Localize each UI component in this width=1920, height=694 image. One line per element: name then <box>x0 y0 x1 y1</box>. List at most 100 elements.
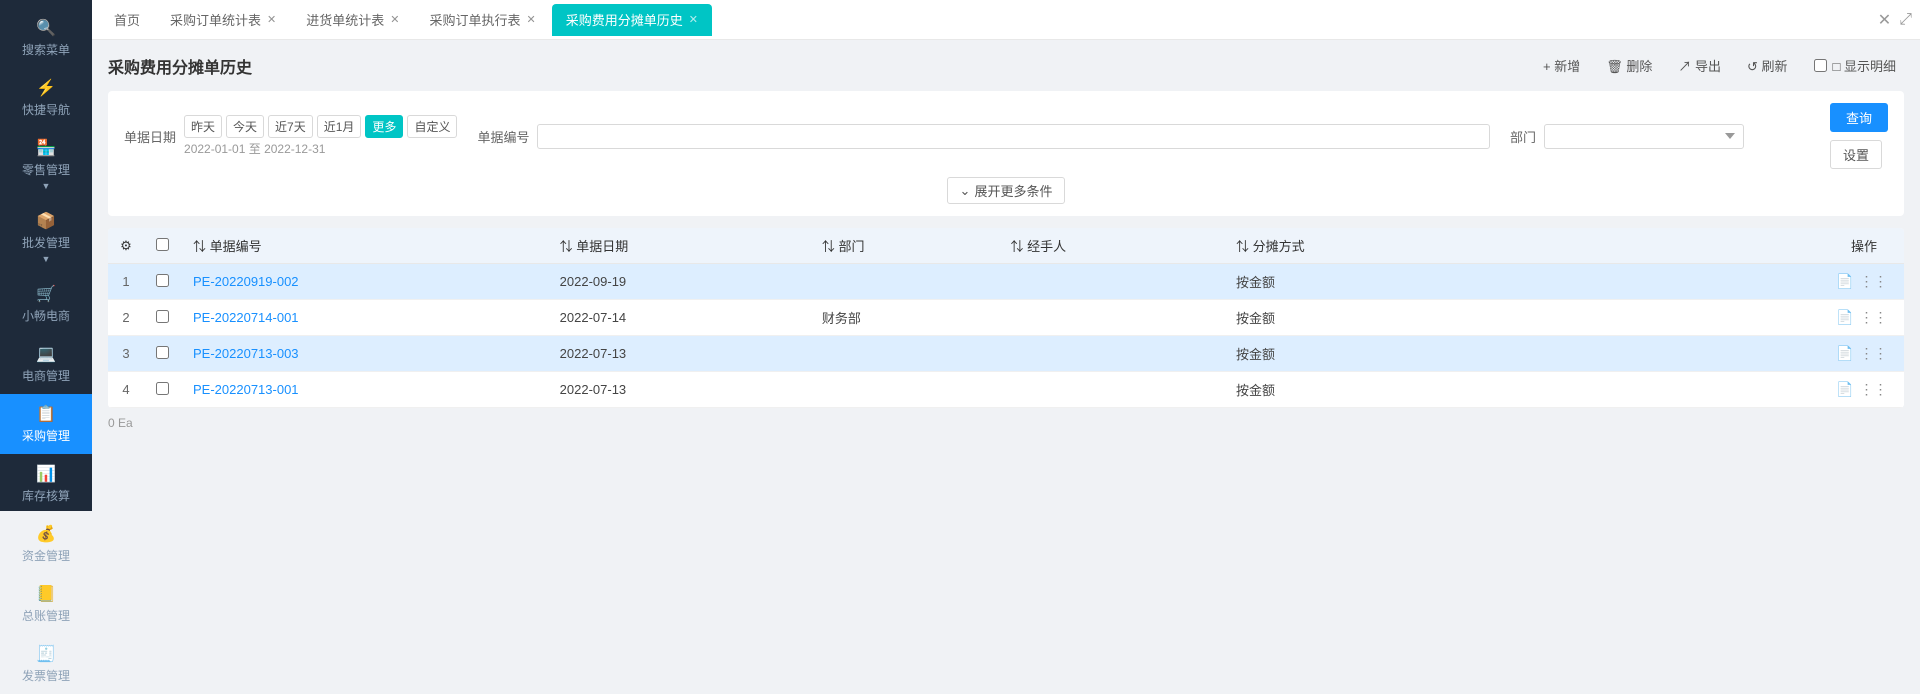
tab-close-purchase-exec[interactable]: ✕ <box>527 13 536 26</box>
sidebar-item-finance[interactable]: 💰 资金管理 <box>0 514 92 574</box>
add-button[interactable]: + 新增 <box>1535 52 1588 79</box>
row-date-1: 2022-09-19 <box>548 264 810 300</box>
tab-goods-stats[interactable]: 进货单统计表 ✕ <box>292 4 413 36</box>
row-more-icon-4[interactable]: ⋮⋮ <box>1859 381 1887 398</box>
date-btn-7days[interactable]: 近7天 <box>268 115 313 138</box>
delete-button[interactable]: 🗑 删除 <box>1598 52 1660 79</box>
sidebar-item-retail[interactable]: 🏪 零售管理 ▼ <box>0 128 92 201</box>
doc-link-1[interactable]: PE-20220919-002 <box>193 274 299 289</box>
row-num-1: 1 <box>108 264 144 300</box>
row-date-2: 2022-07-14 <box>548 300 810 336</box>
row-check-4[interactable] <box>144 372 181 408</box>
search-top-row: 单据日期 昨天 今天 近7天 近1月 更多 自定义 2022-01-01 至 2… <box>124 103 1888 169</box>
date-shortcut-group: 昨天 今天 近7天 近1月 更多 自定义 2022-01-01 至 2022-1… <box>184 115 457 157</box>
row-check-1[interactable] <box>144 264 181 300</box>
row-check-3[interactable] <box>144 336 181 372</box>
split-method-column-header: ⇅ 分摊方式 <box>1224 228 1824 264</box>
data-table-wrap: ⚙ ⇅ 单据编号 ⇅ 单据日期 ⇅ 部门 <box>108 228 1904 408</box>
tab-close-cost-split[interactable]: ✕ <box>689 13 698 26</box>
search-area: 单据日期 昨天 今天 近7天 近1月 更多 自定义 2022-01-01 至 2… <box>108 91 1904 216</box>
docnum-column-header: ⇅ 单据编号 <box>181 228 548 264</box>
date-column-header: ⇅ 单据日期 <box>548 228 810 264</box>
check-column-header <box>144 228 181 264</box>
row-check-2[interactable] <box>144 300 181 336</box>
row-dept-4 <box>810 372 999 408</box>
ledger-icon: 📒 <box>36 584 56 604</box>
row-edit-icon-4[interactable]: 📄 <box>1836 381 1853 398</box>
show-details-button[interactable]: □ 显示明细 <box>1806 52 1904 79</box>
refresh-button[interactable]: ↺ 刷新 <box>1739 52 1796 79</box>
sidebar-item-quick-nav[interactable]: ⚡ 快捷导航 <box>0 68 92 128</box>
export-button[interactable]: ↗ 导出 <box>1670 52 1729 79</box>
row-actions-3: 📄 ⋮⋮ <box>1824 336 1904 372</box>
table-row: 3 PE-20220713-003 2022-07-13 按金额 📄 ⋮⋮ <box>108 336 1904 372</box>
row-docnum-2: PE-20220714-001 <box>181 300 548 336</box>
doc-link-2[interactable]: PE-20220714-001 <box>193 310 299 325</box>
row-actions-1: 📄 ⋮⋮ <box>1824 264 1904 300</box>
tab-purchase-exec[interactable]: 采购订单执行表 ✕ <box>415 4 549 36</box>
purchase-icon: 📋 <box>36 404 56 424</box>
tab-close-goods-stats[interactable]: ✕ <box>390 13 399 26</box>
sidebar-item-wholesale[interactable]: 📦 批发管理 ▼ <box>0 201 92 274</box>
tab-close-purchase-order-stats[interactable]: ✕ <box>267 13 276 26</box>
tab-bar-actions: ✕ ⤢ <box>1878 10 1912 30</box>
row-docnum-3: PE-20220713-003 <box>181 336 548 372</box>
sidebar-item-ecommerce-small[interactable]: 🛒 小畅电商 <box>0 274 92 334</box>
sidebar-item-purchase[interactable]: 📋 采购管理 ◀ <box>0 394 92 454</box>
dept-select[interactable] <box>1544 124 1744 149</box>
row-edit-icon-2[interactable]: 📄 <box>1836 309 1853 326</box>
row-more-icon-1[interactable]: ⋮⋮ <box>1859 273 1887 290</box>
restore-icon[interactable]: ⤢ <box>1899 11 1912 29</box>
sidebar-item-invoice[interactable]: 🧾 发票管理 <box>0 634 92 694</box>
doc-link-4[interactable]: PE-20220713-001 <box>193 382 299 397</box>
search-action-group: 查询 设置 <box>1830 103 1888 169</box>
date-btn-today[interactable]: 今天 <box>226 115 264 138</box>
row-handler-2 <box>999 300 1224 336</box>
row-date-4: 2022-07-13 <box>548 372 810 408</box>
select-all-checkbox[interactable] <box>156 238 169 251</box>
expand-conditions-button[interactable]: ⌄ 展开更多条件 <box>947 177 1066 204</box>
row-handler-1 <box>999 264 1224 300</box>
doc-link-3[interactable]: PE-20220713-003 <box>193 346 299 361</box>
tab-home[interactable]: 首页 <box>100 4 154 36</box>
inventory-icon: 📊 <box>36 464 56 484</box>
date-btn-more[interactable]: 更多 <box>365 115 403 138</box>
sidebar-item-search[interactable]: 🔍 搜索菜单 <box>0 8 92 68</box>
row-edit-icon-3[interactable]: 📄 <box>1836 345 1853 362</box>
table-row: 2 PE-20220714-001 2022-07-14 财务部 按金额 📄 ⋮… <box>108 300 1904 336</box>
tab-purchase-order-stats[interactable]: 采购订单统计表 ✕ <box>156 4 290 36</box>
close-all-tabs-icon[interactable]: ✕ <box>1878 10 1891 30</box>
row-actions-2: 📄 ⋮⋮ <box>1824 300 1904 336</box>
search-button[interactable]: 查询 <box>1830 103 1888 132</box>
setting-button[interactable]: 设置 <box>1830 140 1882 169</box>
row-date-3: 2022-07-13 <box>548 336 810 372</box>
tab-cost-split-history[interactable]: 采购费用分摊单历史 ✕ <box>552 4 712 36</box>
sidebar-item-inventory[interactable]: 📊 库存核算 <box>0 454 92 514</box>
show-details-checkbox[interactable] <box>1814 59 1827 72</box>
row-more-icon-2[interactable]: ⋮⋮ <box>1859 309 1887 326</box>
row-more-icon-3[interactable]: ⋮⋮ <box>1859 345 1887 362</box>
page-header: 采购费用分摊单历史 + 新增 🗑 删除 ↗ 导出 ↺ 刷新 □ 显示明细 <box>108 52 1904 79</box>
date-btn-1month[interactable]: 近1月 <box>317 115 362 138</box>
ecommerce-small-icon: 🛒 <box>36 284 56 304</box>
row-split-2: 按金额 <box>1224 300 1824 336</box>
row-handler-4 <box>999 372 1224 408</box>
nav-icon: ⚡ <box>36 78 56 98</box>
row-num-3: 3 <box>108 336 144 372</box>
data-table: ⚙ ⇅ 单据编号 ⇅ 单据日期 ⇅ 部门 <box>108 228 1904 408</box>
date-btn-yesterday[interactable]: 昨天 <box>184 115 222 138</box>
dept-search-field: 部门 <box>1510 124 1810 149</box>
sidebar-item-ledger[interactable]: 📒 总账管理 <box>0 574 92 634</box>
table-body: 1 PE-20220919-002 2022-09-19 按金额 📄 ⋮⋮ <box>108 264 1904 408</box>
sidebar-item-ecommerce[interactable]: 💻 电商管理 <box>0 334 92 394</box>
gear-column-header[interactable]: ⚙ <box>108 228 144 264</box>
row-actions-4: 📄 ⋮⋮ <box>1824 372 1904 408</box>
docnum-input[interactable] <box>537 124 1490 149</box>
row-edit-icon-1[interactable]: 📄 <box>1836 273 1853 290</box>
search-icon: 🔍 <box>36 18 56 38</box>
sidebar: 🔍 搜索菜单 ⚡ 快捷导航 🏪 零售管理 ▼ 📦 批发管理 ▼ 🛒 小畅电商 💻… <box>0 0 92 511</box>
expand-row: ⌄ 展开更多条件 <box>124 177 1888 204</box>
date-shortcuts-row: 昨天 今天 近7天 近1月 更多 自定义 <box>184 115 457 138</box>
toolbar: + 新增 🗑 删除 ↗ 导出 ↺ 刷新 □ 显示明细 <box>1535 52 1904 79</box>
date-btn-custom[interactable]: 自定义 <box>407 115 457 138</box>
